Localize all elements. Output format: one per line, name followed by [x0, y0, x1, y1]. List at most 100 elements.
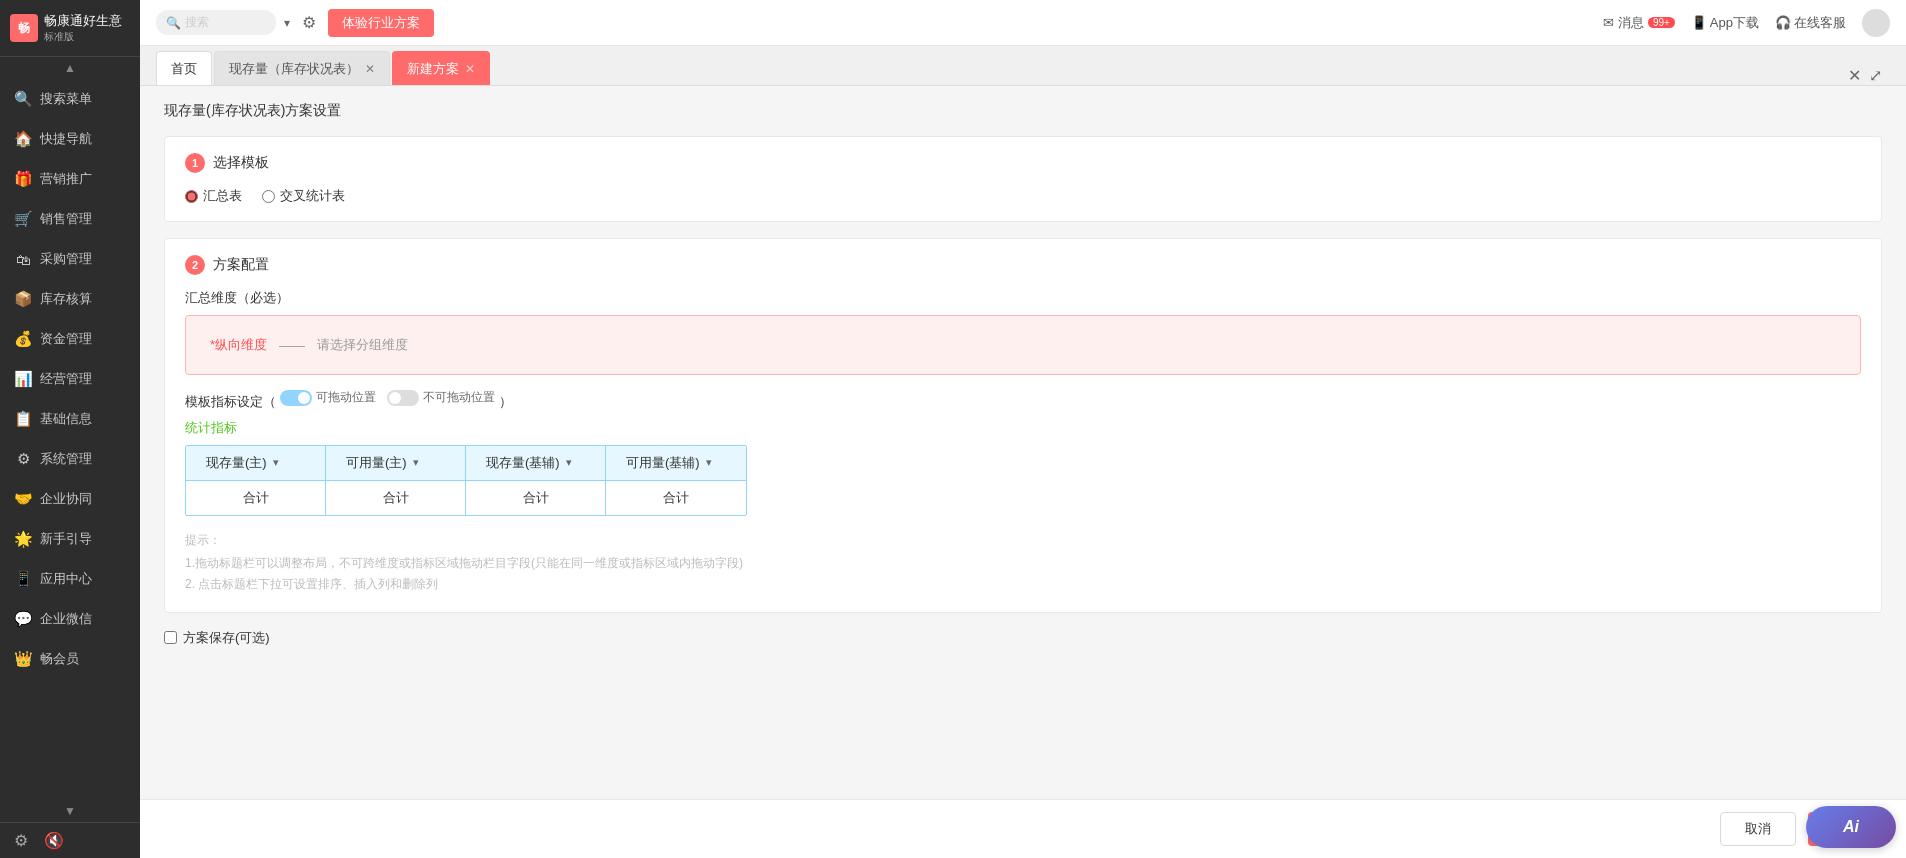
sidebar-item-inventory[interactable]: 📦 库存核算: [0, 279, 140, 319]
sidebar-item-member[interactable]: 👑 畅会员: [0, 639, 140, 679]
save-checkbox[interactable]: [164, 631, 177, 644]
col2-chevron[interactable]: ▾: [566, 456, 572, 469]
ai-float-button[interactable]: Ai: [1806, 806, 1896, 848]
enterprise-wechat-icon: 💬: [14, 610, 32, 628]
topbar: 🔍 搜索 ▾ ⚙ 体验行业方案 ✉ 消息 99+ 📱 App下载 🎧 在线客服: [140, 0, 1906, 46]
col3-chevron[interactable]: ▾: [706, 456, 712, 469]
cancel-button[interactable]: 取消: [1720, 812, 1796, 846]
topbar-gear-icon[interactable]: ⚙: [302, 13, 316, 32]
vertical-dim-label: *纵向维度: [210, 336, 267, 354]
tab-home-label: 首页: [171, 60, 197, 78]
sidebar-item-marketing[interactable]: 🎁 营销推广: [0, 159, 140, 199]
radio-cross-label: 交叉统计表: [280, 187, 345, 205]
operations-icon: 📊: [14, 370, 32, 388]
radio-summary-input[interactable]: [185, 190, 198, 203]
sidebar-item-sales[interactable]: 🛒 销售管理: [0, 199, 140, 239]
logo-text: 畅康通好生意 标准版: [44, 12, 122, 44]
stat-title: 统计指标: [185, 419, 1861, 437]
stat-data-col-0: 合计: [186, 481, 326, 515]
user-avatar[interactable]: [1862, 9, 1890, 37]
tabbar: 首页 现存量（库存状况表） ✕ 新建方案 ✕ ✕ ⤢: [140, 46, 1906, 86]
sidebar-logo: 畅 畅康通好生意 标准版: [0, 0, 140, 57]
window-controls: ✕ ⤢: [1848, 66, 1890, 85]
sidebar-scroll-up[interactable]: ▲: [0, 57, 140, 79]
main-area: 🔍 搜索 ▾ ⚙ 体验行业方案 ✉ 消息 99+ 📱 App下载 🎧 在线客服: [140, 0, 1906, 858]
draggable-toggle[interactable]: [280, 390, 312, 406]
tab-new-plan-label: 新建方案: [407, 60, 459, 78]
dim-placeholder[interactable]: 请选择分组维度: [317, 336, 408, 354]
sidebar-item-finance[interactable]: 💰 资金管理: [0, 319, 140, 359]
sidebar-item-enterprise-wechat[interactable]: 💬 企业微信: [0, 599, 140, 639]
radio-cross-input[interactable]: [262, 190, 275, 203]
col1-label: 可用量(主): [346, 454, 407, 472]
tab-home[interactable]: 首页: [156, 51, 212, 85]
step1-badge: 1: [185, 153, 205, 173]
dropdown-arrow-icon: ▾: [284, 16, 290, 30]
sidebar-item-cooperation[interactable]: 🤝 企业协同: [0, 479, 140, 519]
sidebar-item-system[interactable]: ⚙ 系统管理: [0, 439, 140, 479]
dimension-row: *纵向维度 —— 请选择分组维度: [210, 336, 1836, 354]
step1-header: 1 选择模板: [185, 153, 1861, 173]
ai-label: Ai: [1843, 818, 1859, 836]
sidebar: 畅 畅康通好生意 标准版 ▲ 🔍 搜索菜单 🏠 快捷导航 🎁 营销推广 🛒 销售…: [0, 0, 140, 858]
radio-cross[interactable]: 交叉统计表: [262, 187, 345, 205]
stat-data-col-2: 合计: [466, 481, 606, 515]
sidebar-audio-icon[interactable]: 🔇: [44, 831, 64, 850]
tips-title: 提示：: [185, 532, 1861, 549]
stat-data-col-1: 合计: [326, 481, 466, 515]
sidebar-item-quick-nav[interactable]: 🏠 快捷导航: [0, 119, 140, 159]
sidebar-item-app-center[interactable]: 📱 应用中心: [0, 559, 140, 599]
tab-new-plan-close[interactable]: ✕: [465, 62, 475, 76]
tab-new-plan[interactable]: 新建方案 ✕: [392, 51, 490, 85]
close-icon[interactable]: ✕: [1848, 66, 1861, 85]
trial-button[interactable]: 体验行业方案: [328, 9, 434, 37]
sidebar-scroll-down[interactable]: ▼: [0, 800, 140, 822]
template-radio-group: 汇总表 交叉统计表: [185, 187, 1861, 205]
undraggable-toggle-group: 不可拖动位置: [387, 389, 495, 406]
messages-badge: 99+: [1648, 17, 1675, 28]
finance-icon: 💰: [14, 330, 32, 348]
inventory-icon: 📦: [14, 290, 32, 308]
indicator-label-row: 模板指标设定（ 可拖动位置 不可拖动位置 ）: [185, 389, 1861, 411]
sidebar-item-new-guide[interactable]: 🌟 新手引导: [0, 519, 140, 559]
step2-header: 2 方案配置: [185, 255, 1861, 275]
sidebar-settings-icon[interactable]: ⚙: [14, 831, 28, 850]
save-checkbox-label: 方案保存(可选): [183, 629, 270, 647]
stat-data-row: 合计 合计 合计 合计: [186, 481, 746, 515]
new-guide-icon: 🌟: [14, 530, 32, 548]
logo-icon: 畅: [10, 14, 38, 42]
online-service-link[interactable]: 🎧 在线客服: [1775, 14, 1846, 32]
content-area: 现存量(库存状况表)方案设置 1 选择模板 汇总表 交叉统计表 2: [140, 86, 1906, 799]
topbar-dropdown[interactable]: ▾: [284, 16, 290, 30]
step2-badge: 2: [185, 255, 205, 275]
indicator-label-text: 模板指标设定（ 可拖动位置 不可拖动位置 ）: [185, 389, 512, 411]
dimension-label: 汇总维度（必选）: [185, 289, 1861, 307]
sidebar-item-operations[interactable]: 📊 经营管理: [0, 359, 140, 399]
sidebar-item-label: 销售管理: [40, 210, 92, 228]
stat-header-col-1: 可用量(主) ▾: [326, 446, 466, 480]
system-icon: ⚙: [14, 450, 32, 468]
sidebar-item-search-menu[interactable]: 🔍 搜索菜单: [0, 79, 140, 119]
sidebar-item-label: 库存核算: [40, 290, 92, 308]
expand-icon[interactable]: ⤢: [1869, 66, 1882, 85]
messages-button[interactable]: ✉ 消息 99+: [1603, 14, 1675, 32]
step2-card: 2 方案配置 汇总维度（必选） *纵向维度 —— 请选择分组维度 模板指标设定（: [164, 238, 1882, 613]
radio-summary[interactable]: 汇总表: [185, 187, 242, 205]
save-checkbox-row[interactable]: 方案保存(可选): [164, 629, 1882, 647]
tab-inventory-status[interactable]: 现存量（库存状况表） ✕: [214, 51, 390, 85]
sidebar-item-basic-info[interactable]: 📋 基础信息: [0, 399, 140, 439]
tab-inventory-close[interactable]: ✕: [365, 62, 375, 76]
app-download-link[interactable]: 📱 App下载: [1691, 14, 1759, 32]
sidebar-item-label: 经营管理: [40, 370, 92, 388]
phone-icon: 📱: [1691, 15, 1707, 30]
stat-data-col-3: 合计: [606, 481, 746, 515]
sidebar-item-purchase[interactable]: 🛍 采购管理: [0, 239, 140, 279]
quick-nav-icon: 🏠: [14, 130, 32, 148]
search-menu-icon: 🔍: [14, 90, 32, 108]
sidebar-item-label: 系统管理: [40, 450, 92, 468]
step1-title: 选择模板: [213, 154, 269, 172]
topbar-search: 🔍 搜索: [156, 10, 276, 35]
undraggable-toggle[interactable]: [387, 390, 419, 406]
col1-chevron[interactable]: ▾: [413, 456, 419, 469]
col0-chevron[interactable]: ▾: [273, 456, 279, 469]
